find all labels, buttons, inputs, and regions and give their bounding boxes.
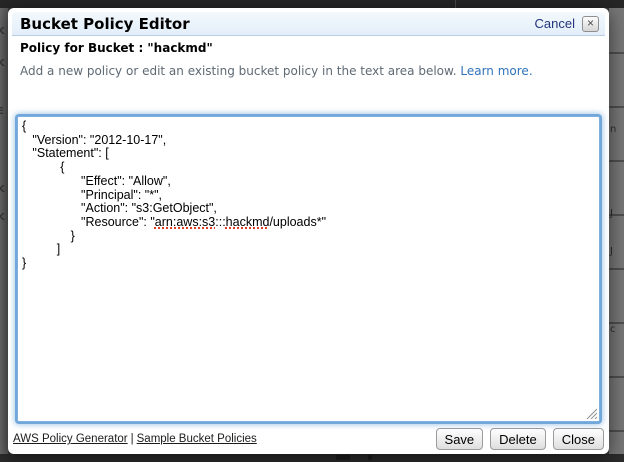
- policy-line: "Statement": [: [22, 147, 595, 161]
- footer-links: AWS Policy Generator|Sample Bucket Polic…: [13, 433, 257, 445]
- dialog-footer: AWS Policy Generator|Sample Bucket Polic…: [13, 428, 604, 450]
- background-page-right: n J J c: [609, 0, 624, 462]
- dialog-content: Policy for Bucket : "hackmd" Add a new p…: [12, 36, 605, 450]
- policy-line: "Effect": "Allow",: [22, 175, 595, 189]
- policy-line: {: [22, 161, 595, 175]
- footer-buttons: Save Delete Close: [429, 428, 604, 450]
- background-page-left: K K E K K: [0, 0, 8, 462]
- delete-button[interactable]: Delete: [490, 428, 546, 450]
- close-icon[interactable]: ×: [582, 16, 599, 32]
- background-page-top: [0, 0, 624, 8]
- policy-line: }: [22, 257, 595, 271]
- policy-line: "Version": "2012-10-17",: [22, 134, 595, 148]
- learn-more-link[interactable]: Learn more.: [460, 64, 532, 78]
- dialog-title: Bucket Policy Editor: [20, 15, 190, 33]
- policy-line: }: [22, 230, 595, 244]
- cancel-link[interactable]: Cancel: [535, 16, 575, 31]
- policy-line: {: [22, 120, 595, 134]
- misspelled-text: arn:aws:s3: [155, 215, 215, 229]
- policy-line: ]: [22, 243, 595, 257]
- background-page-bottom: [0, 454, 624, 462]
- misspelled-text: hackmd: [226, 215, 270, 229]
- link-separator: |: [131, 433, 134, 445]
- dialog-description: Add a new policy or edit an existing buc…: [20, 64, 597, 78]
- bucket-policy-editor-dialog: Bucket Policy Editor Cancel × Policy for…: [8, 8, 609, 454]
- aws-policy-generator-link[interactable]: AWS Policy Generator: [13, 433, 128, 445]
- policy-line: "Principal": "*",: [22, 189, 595, 203]
- save-button[interactable]: Save: [436, 428, 484, 450]
- policy-line: "Action": "s3:GetObject",: [22, 202, 595, 216]
- dialog-titlebar: Bucket Policy Editor Cancel ×: [12, 12, 605, 36]
- policy-textarea[interactable]: { "Version": "2012-10-17", "Statement": …: [17, 116, 600, 422]
- sample-bucket-policies-link[interactable]: Sample Bucket Policies: [137, 433, 257, 445]
- policy-line-resource: "Resource": "arn:aws:s3:::hackmd/uploads…: [22, 216, 595, 230]
- close-button[interactable]: Close: [553, 428, 604, 450]
- policy-bucket-heading: Policy for Bucket : "hackmd": [20, 38, 597, 55]
- resize-grip-icon[interactable]: [586, 408, 597, 419]
